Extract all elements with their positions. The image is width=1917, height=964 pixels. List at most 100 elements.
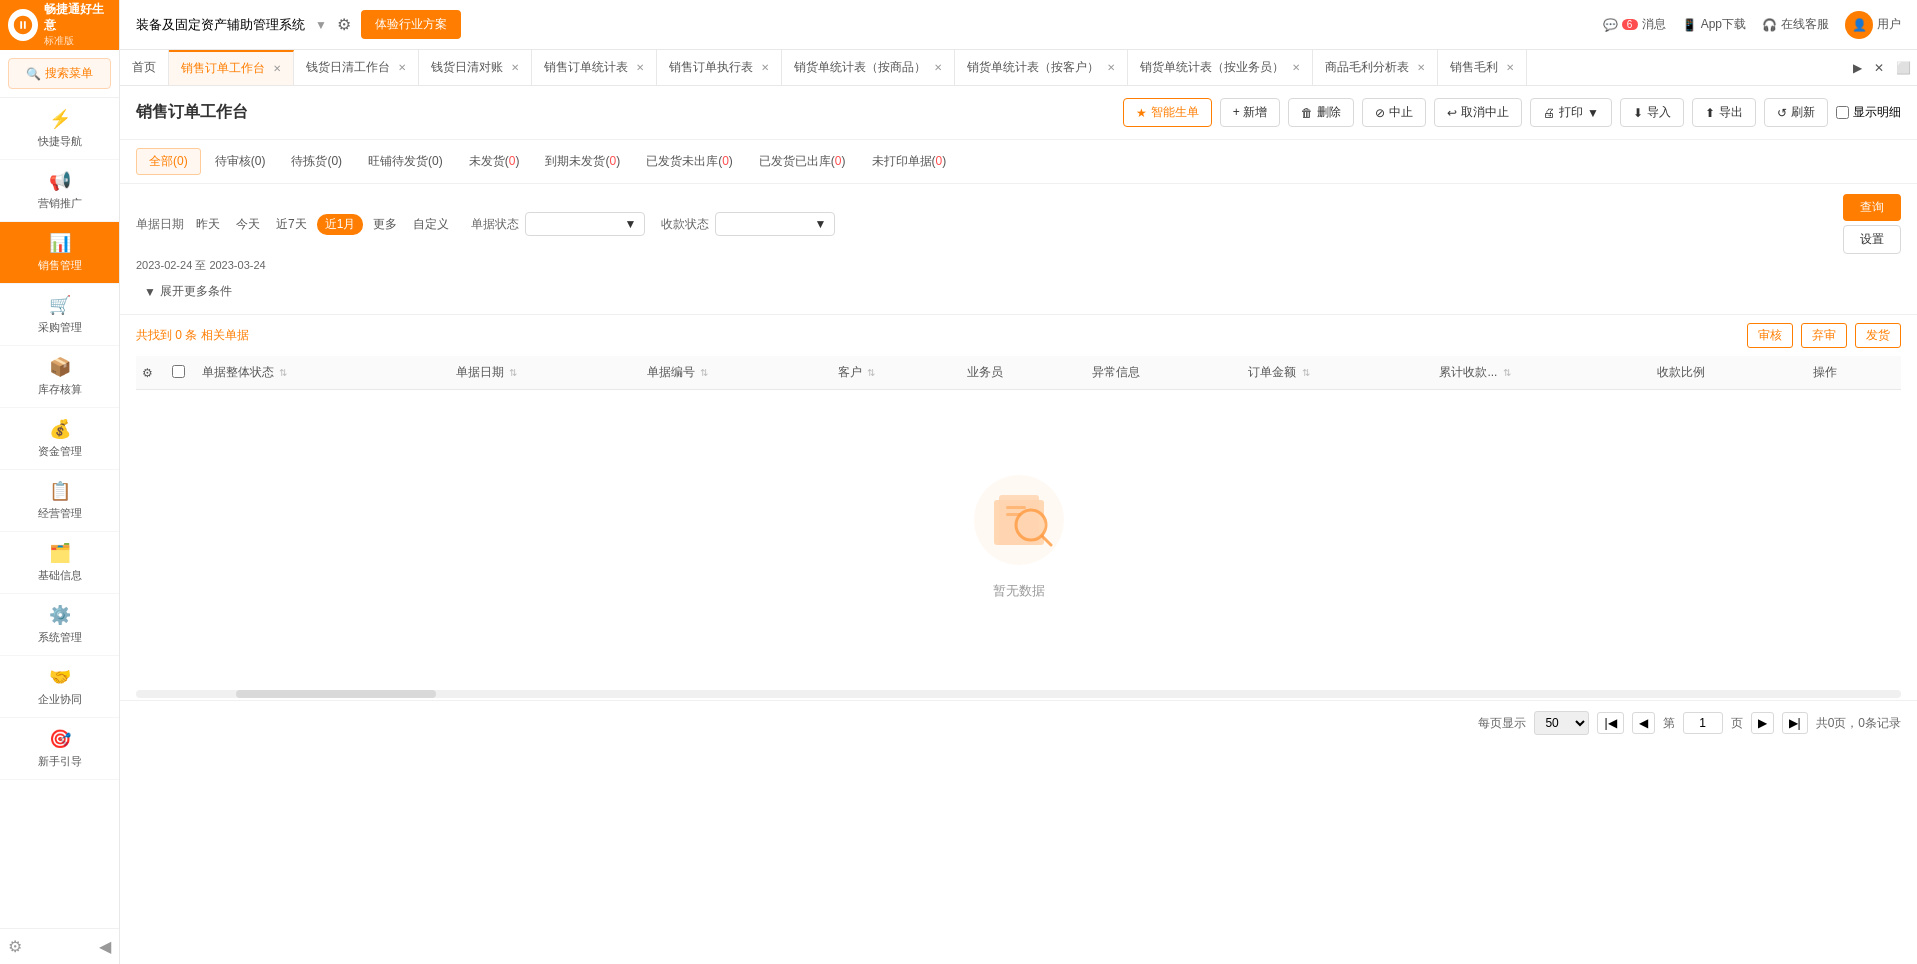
industry-solution-button[interactable]: 体验行业方案 [361,10,461,39]
date-shortcut-more[interactable]: 更多 [367,214,403,235]
online-service-button[interactable]: 🎧 在线客服 [1762,16,1829,33]
query-button[interactable]: 查询 [1843,194,1901,221]
sidebar-item-ops[interactable]: 📋 经营管理 [0,470,119,532]
tab-close-sales-workbench[interactable]: ✕ [273,63,281,74]
date-shortcut-today[interactable]: 今天 [230,214,266,235]
bulk-review-button[interactable]: 审核 [1747,323,1793,348]
bulk-ship-button[interactable]: 发货 [1855,323,1901,348]
system-icon: ⚙️ [49,604,71,626]
sidebar-item-guide[interactable]: 🎯 新手引导 [0,718,119,780]
page-label: 第 [1663,715,1675,732]
filter-tab-shipped-in[interactable]: 已发货已出库(0) [747,149,858,174]
filter-tab-all[interactable]: 全部(0) [136,148,201,175]
message-button[interactable]: 💬 6 消息 [1603,16,1666,33]
sidebar-item-base[interactable]: 🗂️ 基础信息 [0,532,119,594]
sidebar-bottom: ⚙ ◀ [0,928,119,964]
filter-tab-pending-review[interactable]: 待审核(0) [203,149,278,174]
tabs-scroll-right-button[interactable]: ▶ [1847,50,1868,86]
refresh-button[interactable]: ↺ 刷新 [1764,98,1828,127]
add-button[interactable]: + 新增 [1220,98,1280,127]
tab-cash-reconcile[interactable]: 钱货日清对账 ✕ [419,50,532,86]
date-sort-icon[interactable]: ⇅ [509,367,517,378]
sidebar-item-marketing[interactable]: 📢 营销推广 [0,160,119,222]
sidebar-item-system[interactable]: ⚙️ 系统管理 [0,594,119,656]
sidebar-item-purchase[interactable]: 🛒 采购管理 [0,284,119,346]
tab-product-margin[interactable]: 商品毛利分析表 ✕ [1313,50,1438,86]
tab-close-sales-exec[interactable]: ✕ [761,62,769,73]
sidebar-item-sales[interactable]: 📊 销售管理 [0,222,119,284]
per-page-select[interactable]: 50 10 20 100 [1534,711,1589,735]
date-shortcut-7days[interactable]: 近7天 [270,214,313,235]
purchase-icon: 🛒 [49,294,71,316]
tab-close-product-margin[interactable]: ✕ [1417,62,1425,73]
tab-home[interactable]: 首页 [120,50,169,86]
tab-sales-gross[interactable]: 销售毛利 ✕ [1438,50,1527,86]
filter-tab-wangpu-ship[interactable]: 旺铺待发货(0) [356,149,455,174]
app-download-button[interactable]: 📱 App下载 [1682,16,1746,33]
tab-cash-daily[interactable]: 钱货日清工作台 ✕ [294,50,419,86]
expand-conditions-button[interactable]: ▼ 展开更多条件 [136,279,1901,304]
delete-button[interactable]: 🗑 删除 [1288,98,1354,127]
pagination-prev-button[interactable]: ◀ [1632,712,1655,734]
date-shortcut-1month[interactable]: 近1月 [317,214,364,235]
export-button[interactable]: ⬆ 导出 [1692,98,1756,127]
scroll-thumb[interactable] [236,690,436,698]
pagination-last-button[interactable]: ▶| [1782,712,1808,734]
filter-tab-overdue-ship[interactable]: 到期未发货(0) [533,149,632,174]
sidebar-item-finance[interactable]: 💰 资金管理 [0,408,119,470]
filter-tab-pending-inspect[interactable]: 待拣货(0) [279,149,354,174]
tabs-close-current-button[interactable]: ✕ [1868,50,1890,86]
select-all-checkbox[interactable] [172,365,185,378]
tab-sales-sum-customer[interactable]: 销货单统计表（按客户） ✕ [955,50,1128,86]
tab-close-cash-reconcile[interactable]: ✕ [511,62,519,73]
tab-sales-stat[interactable]: 销售订单统计表 ✕ [532,50,657,86]
search-setting-button[interactable]: 设置 [1843,225,1901,254]
amount-sort-icon[interactable]: ⇅ [1302,367,1310,378]
date-shortcut-custom[interactable]: 自定义 [407,214,455,235]
status-sort-icon[interactable]: ⇅ [279,367,287,378]
collected-sort-icon[interactable]: ⇅ [1503,367,1511,378]
customer-sort-icon[interactable]: ⇅ [867,367,875,378]
tab-sales-workbench[interactable]: 销售订单工作台 ✕ [169,50,294,86]
tab-sales-exec[interactable]: 销售订单执行表 ✕ [657,50,782,86]
pagination-next-button[interactable]: ▶ [1751,712,1774,734]
page-number-input[interactable]: 1 [1683,712,1723,734]
filter-tab-shipped-not-in[interactable]: 已发货未出库(0) [634,149,745,174]
pagination: 每页显示 50 10 20 100 |◀ ◀ 第 1 页 ▶ ▶| 共0页，0条… [120,700,1917,745]
payment-select[interactable]: ▼ [715,212,835,236]
filter-tab-not-shipped[interactable]: 未发货(0) [457,149,532,174]
horizontal-scrollbar[interactable] [136,688,1901,700]
settings-gear-icon[interactable]: ⚙ [337,15,351,34]
number-sort-icon[interactable]: ⇅ [700,367,708,378]
collapse-sidebar-button[interactable]: ◀ [99,937,111,956]
date-shortcut-yesterday[interactable]: 昨天 [190,214,226,235]
stop-button[interactable]: ⊘ 中止 [1362,98,1426,127]
bulk-unreviewed-button[interactable]: 弃审 [1801,323,1847,348]
tab-close-sales-sum-product[interactable]: ✕ [934,62,942,73]
tab-close-sales-stat[interactable]: ✕ [636,62,644,73]
pagination-first-button[interactable]: |◀ [1597,712,1623,734]
status-select[interactable]: ▼ [525,212,645,236]
sidebar-item-inventory[interactable]: 📦 库存核算 [0,346,119,408]
system-title-dropdown-icon[interactable]: ▼ [315,18,327,32]
sidebar-item-collab[interactable]: 🤝 企业协同 [0,656,119,718]
tab-close-sales-sum-customer[interactable]: ✕ [1107,62,1115,73]
tabs-maximize-button[interactable]: ⬜ [1890,50,1917,86]
tab-close-sales-sum-staff[interactable]: ✕ [1292,62,1300,73]
tab-sales-sum-product[interactable]: 销货单统计表（按商品） ✕ [782,50,955,86]
tab-close-cash-daily[interactable]: ✕ [398,62,406,73]
search-menu-button[interactable]: 🔍 搜索菜单 [8,58,111,89]
user-profile-button[interactable]: 👤 用户 [1845,11,1901,39]
cancel-stop-button[interactable]: ↩ 取消中止 [1434,98,1522,127]
settings-bottom-button[interactable]: ⚙ [8,937,22,956]
show-detail-checkbox-label[interactable]: 显示明细 [1836,104,1901,121]
import-button[interactable]: ⬇ 导入 [1620,98,1684,127]
tab-close-sales-gross[interactable]: ✕ [1506,62,1514,73]
show-detail-checkbox[interactable] [1836,106,1849,119]
smart-order-button[interactable]: ★ 智能生单 [1123,98,1212,127]
phone-icon: 📱 [1682,18,1697,32]
sidebar-item-quick[interactable]: ⚡ 快捷导航 [0,98,119,160]
tab-sales-sum-staff[interactable]: 销货单统计表（按业务员） ✕ [1128,50,1313,86]
filter-tab-not-printed[interactable]: 未打印单据(0) [860,149,959,174]
print-button[interactable]: 🖨 打印 ▼ [1530,98,1612,127]
